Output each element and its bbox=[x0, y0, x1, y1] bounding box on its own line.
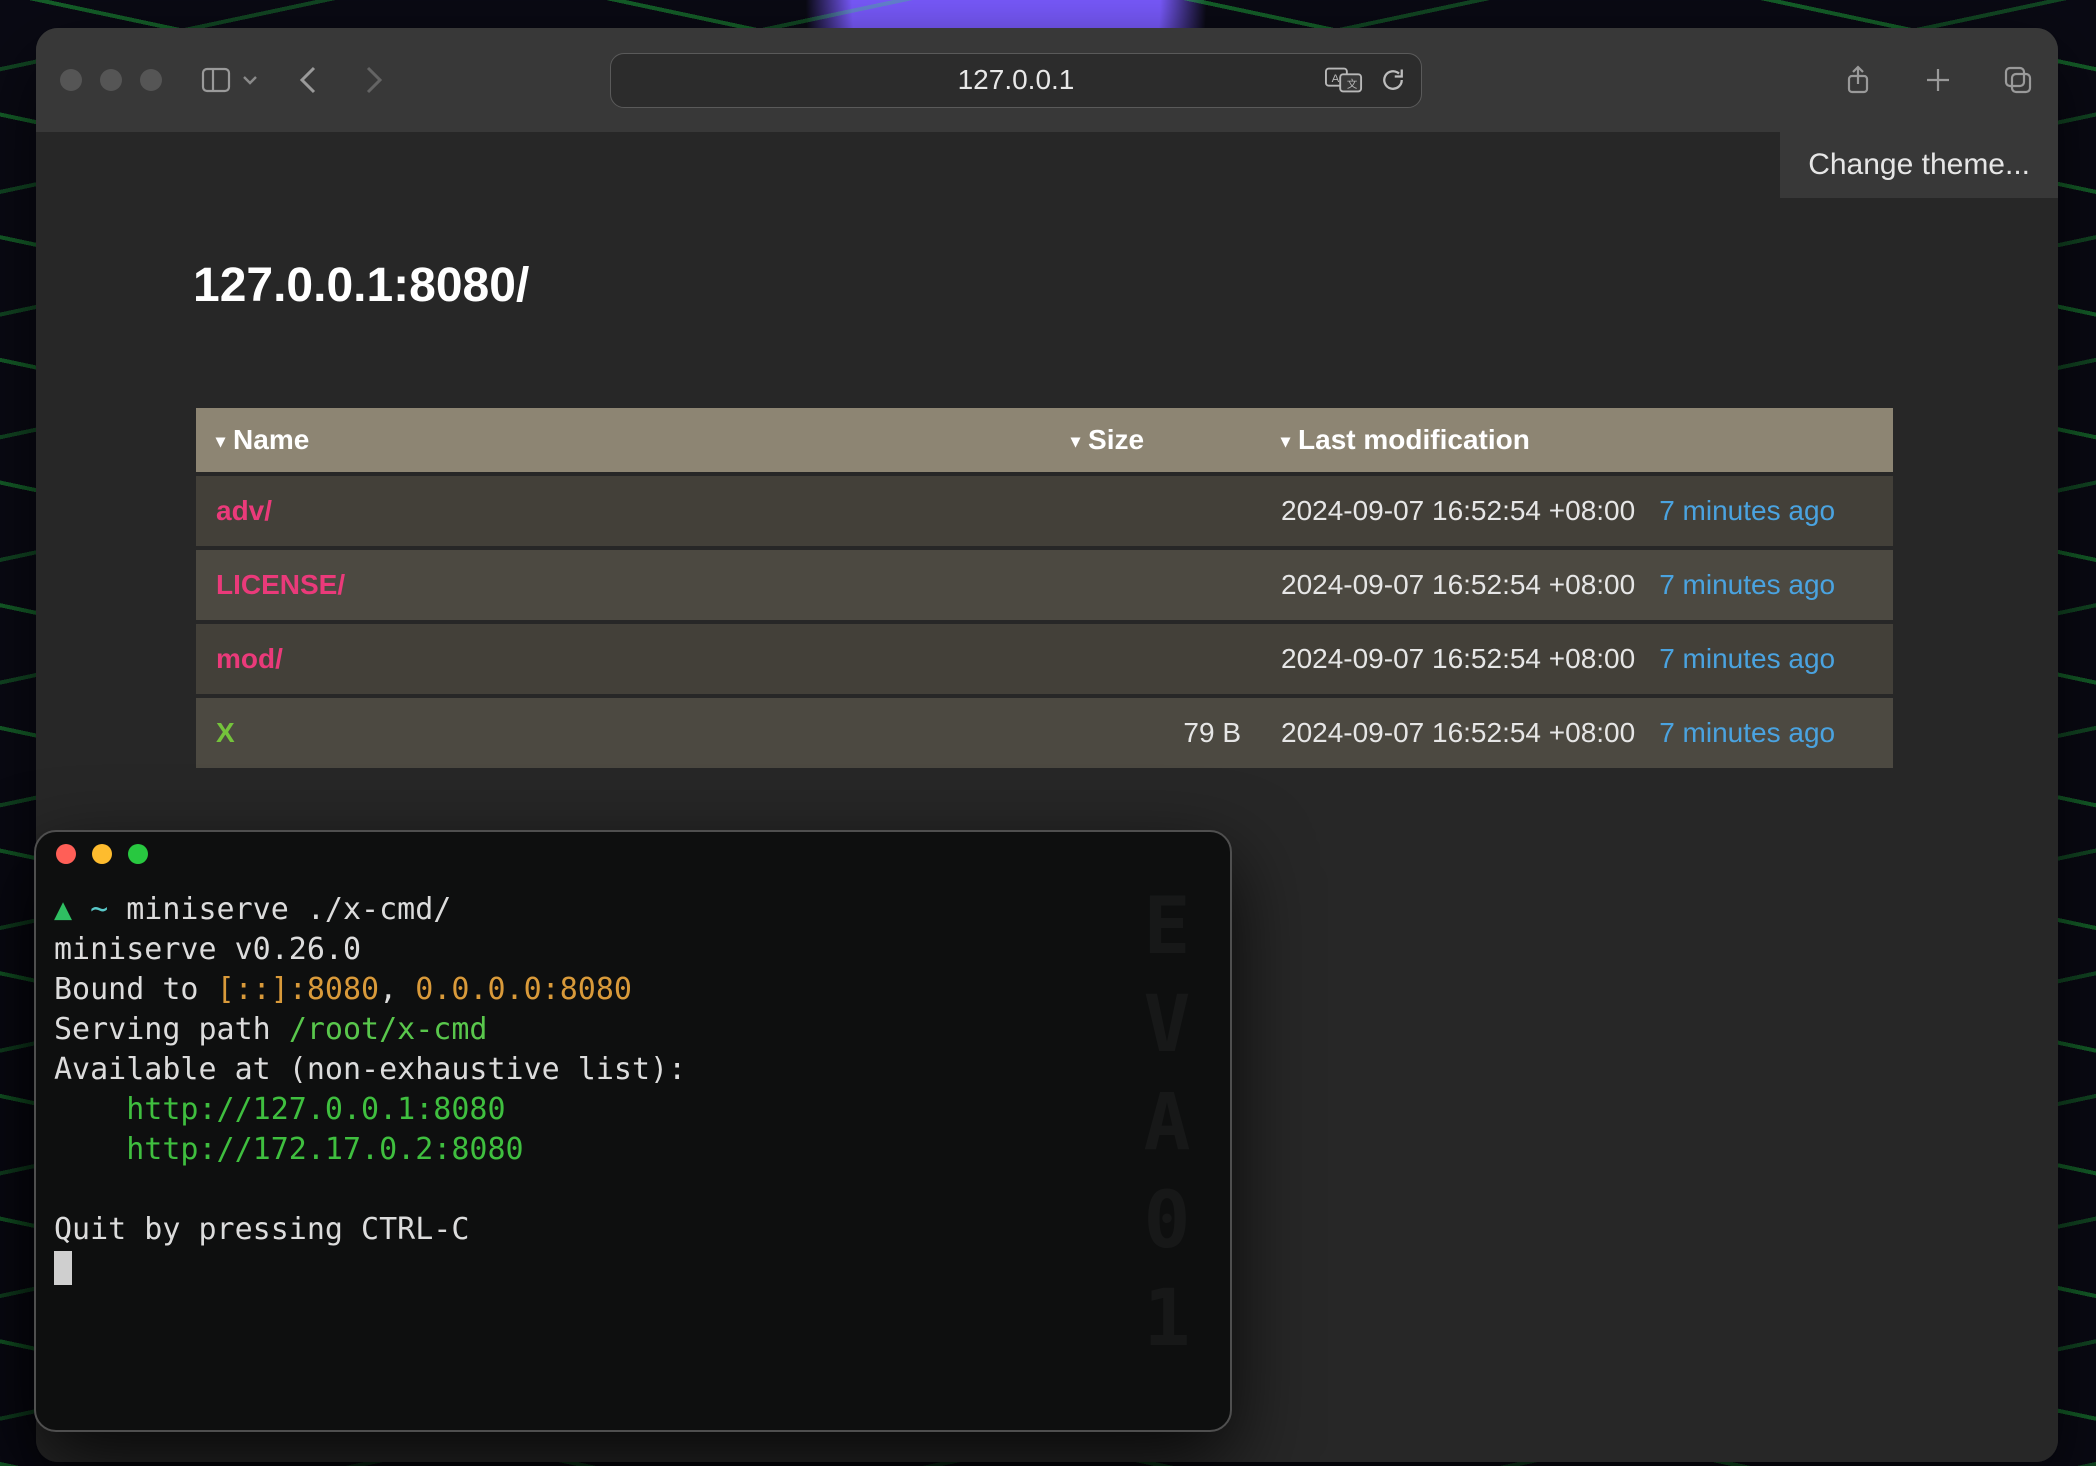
mod-cell: 2024-09-07 16:52:54 +08:007 minutes ago bbox=[1261, 550, 1893, 620]
window-traffic-lights[interactable] bbox=[60, 69, 162, 91]
size-cell: 79 B bbox=[1051, 698, 1261, 768]
terminal-line: Serving path /root/x-cmd bbox=[54, 1010, 1212, 1050]
dir-link[interactable]: LICENSE/ bbox=[216, 569, 345, 600]
terminal-line: http://127.0.0.1:8080 bbox=[54, 1090, 1212, 1130]
chevron-down-icon bbox=[240, 70, 260, 90]
mod-cell: 2024-09-07 16:52:54 +08:007 minutes ago bbox=[1261, 698, 1893, 768]
terminal-line bbox=[54, 1250, 1212, 1290]
terminal-window[interactable]: EVA01 ▲ ~ miniserve ./x-cmd/ miniserve v… bbox=[34, 830, 1232, 1432]
zoom-dot[interactable] bbox=[128, 844, 148, 864]
change-theme-button[interactable]: Change theme... bbox=[1780, 132, 2058, 198]
terminal-line: Quit by pressing CTRL-C bbox=[54, 1210, 1212, 1250]
minimize-dot[interactable] bbox=[92, 844, 112, 864]
zoom-dot[interactable] bbox=[140, 69, 162, 91]
mod-cell: 2024-09-07 16:52:54 +08:007 minutes ago bbox=[1261, 476, 1893, 546]
close-dot[interactable] bbox=[56, 844, 76, 864]
dir-link[interactable]: adv/ bbox=[216, 495, 272, 526]
table-row: mod/2024-09-07 16:52:54 +08:007 minutes … bbox=[196, 624, 1893, 694]
back-button[interactable] bbox=[294, 64, 326, 96]
dir-link[interactable]: mod/ bbox=[216, 643, 283, 674]
sidebar-toggle[interactable] bbox=[200, 64, 260, 96]
sort-arrow-icon: ▾ bbox=[1071, 431, 1080, 451]
cursor-block bbox=[54, 1251, 72, 1285]
prompt-symbol: ▲ bbox=[54, 892, 72, 927]
forward-button[interactable] bbox=[356, 64, 388, 96]
address-text: 127.0.0.1 bbox=[958, 64, 1075, 96]
prompt-path: ~ bbox=[90, 892, 108, 927]
terminal-line: miniserve v0.26.0 bbox=[54, 930, 1212, 970]
browser-toolbar: 127.0.0.1 A 文 bbox=[36, 28, 2058, 132]
command-text: miniserve ./x-cmd/ bbox=[126, 892, 451, 927]
page-title: 127.0.0.1:8080/ bbox=[193, 258, 529, 313]
nav-arrows bbox=[294, 64, 388, 96]
terminal-line: ▲ ~ miniserve ./x-cmd/ bbox=[54, 890, 1212, 930]
svg-text:A: A bbox=[1332, 73, 1340, 85]
terminal-line bbox=[54, 1170, 1212, 1210]
svg-text:文: 文 bbox=[1347, 78, 1358, 91]
terminal-line: Available at (non-exhaustive list): bbox=[54, 1050, 1212, 1090]
mod-cell: 2024-09-07 16:52:54 +08:007 minutes ago bbox=[1261, 624, 1893, 694]
file-link[interactable]: X bbox=[216, 717, 235, 748]
file-table: ▾Name ▾Size ▾Last modification adv/2024-… bbox=[196, 404, 1893, 772]
terminal-line: Bound to [::]:8080, 0.0.0.0:8080 bbox=[54, 970, 1212, 1010]
table-row: adv/2024-09-07 16:52:54 +08:007 minutes … bbox=[196, 476, 1893, 546]
size-cell bbox=[1051, 624, 1261, 694]
table-row: LICENSE/2024-09-07 16:52:54 +08:007 minu… bbox=[196, 550, 1893, 620]
col-header-size[interactable]: ▾Size bbox=[1051, 408, 1261, 472]
address-bar[interactable]: 127.0.0.1 A 文 bbox=[610, 53, 1422, 108]
sidebar-icon bbox=[200, 64, 232, 96]
size-cell bbox=[1051, 550, 1261, 620]
terminal-line: http://172.17.0.2:8080 bbox=[54, 1130, 1212, 1170]
share-icon[interactable] bbox=[1842, 64, 1874, 96]
col-header-name[interactable]: ▾Name bbox=[196, 408, 1051, 472]
sort-arrow-icon: ▾ bbox=[216, 431, 225, 451]
terminal-background-text: EVA01 bbox=[1128, 882, 1206, 1372]
terminal-titlebar bbox=[36, 832, 1230, 876]
reload-icon[interactable] bbox=[1379, 66, 1407, 94]
tab-overview-icon[interactable] bbox=[2002, 64, 2034, 96]
terminal-body[interactable]: EVA01 ▲ ~ miniserve ./x-cmd/ miniserve v… bbox=[36, 876, 1230, 1430]
table-row: X 79 B2024-09-07 16:52:54 +08:007 minutes… bbox=[196, 698, 1893, 768]
minimize-dot[interactable] bbox=[100, 69, 122, 91]
sort-arrow-icon: ▾ bbox=[1281, 431, 1290, 451]
size-cell bbox=[1051, 476, 1261, 546]
close-dot[interactable] bbox=[60, 69, 82, 91]
col-header-mod[interactable]: ▾Last modification bbox=[1261, 408, 1893, 472]
new-tab-icon[interactable] bbox=[1922, 64, 1954, 96]
translate-icon[interactable]: A 文 bbox=[1325, 66, 1363, 94]
